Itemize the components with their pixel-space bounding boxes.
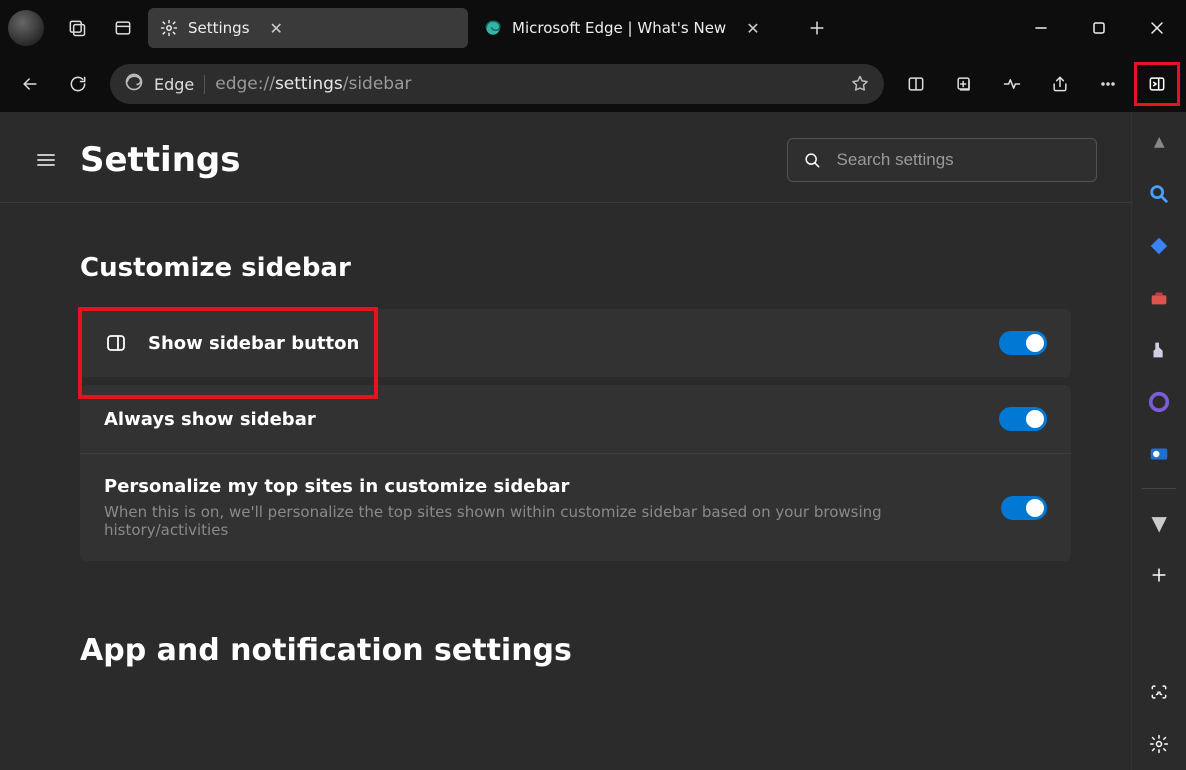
shopping-icon[interactable] bbox=[1137, 224, 1181, 268]
search-icon bbox=[802, 150, 822, 170]
toggle-always-show-sidebar[interactable] bbox=[999, 407, 1047, 431]
new-tab-button[interactable] bbox=[794, 5, 840, 51]
close-window-button[interactable] bbox=[1128, 6, 1186, 50]
divider bbox=[0, 202, 1131, 203]
setting-label: Always show sidebar bbox=[104, 409, 316, 430]
maximize-button[interactable] bbox=[1070, 6, 1128, 50]
minimize-button[interactable] bbox=[1012, 6, 1070, 50]
window-controls bbox=[1012, 6, 1186, 50]
content-scroll[interactable]: Customize sidebar Show sidebar button bbox=[0, 211, 1131, 770]
tab-settings[interactable]: Settings ✕ bbox=[148, 8, 468, 48]
titlebar: Settings ✕ Microsoft Edge | What's New ✕ bbox=[0, 0, 1186, 56]
setting-label: Show sidebar button bbox=[148, 333, 359, 354]
gear-icon bbox=[160, 19, 178, 37]
setting-label: Personalize my top sites in customize si… bbox=[104, 476, 981, 497]
search-input[interactable] bbox=[834, 149, 1082, 171]
tab-whats-new[interactable]: Microsoft Edge | What's New ✕ bbox=[472, 8, 792, 48]
edge-sidebar: ▲ ▼ bbox=[1131, 112, 1186, 770]
row-show-sidebar-button: Show sidebar button bbox=[80, 309, 1071, 377]
tab-label: Microsoft Edge | What's New bbox=[512, 19, 726, 37]
share-icon[interactable] bbox=[1036, 62, 1084, 106]
back-button[interactable] bbox=[6, 62, 54, 106]
split-screen-icon[interactable] bbox=[892, 62, 940, 106]
tab-actions-icon[interactable] bbox=[100, 5, 146, 51]
sidebar-icon bbox=[104, 331, 128, 355]
favorite-icon[interactable] bbox=[850, 74, 870, 94]
gear-icon[interactable] bbox=[1137, 722, 1181, 766]
microsoft365-icon[interactable] bbox=[1137, 380, 1181, 424]
toggle-show-sidebar-button[interactable] bbox=[999, 331, 1047, 355]
close-icon[interactable]: ✕ bbox=[746, 19, 759, 38]
toolbar: Edge edge://settings/sidebar bbox=[0, 56, 1186, 112]
outlook-icon[interactable] bbox=[1137, 432, 1181, 476]
site-identity: Edge bbox=[154, 75, 205, 94]
games-icon[interactable] bbox=[1137, 328, 1181, 372]
plus-icon[interactable] bbox=[1137, 553, 1181, 597]
workspaces-icon[interactable] bbox=[54, 5, 100, 51]
setting-card: Show sidebar button bbox=[80, 309, 1071, 377]
tab-label: Settings bbox=[188, 19, 250, 37]
refresh-button[interactable] bbox=[54, 62, 102, 106]
sidebar-toggle-button[interactable] bbox=[1134, 62, 1180, 106]
profile-avatar[interactable] bbox=[8, 10, 44, 46]
setting-description: When this is on, we'll personalize the t… bbox=[104, 503, 981, 539]
menu-icon[interactable] bbox=[34, 148, 58, 172]
row-always-show-sidebar: Always show sidebar bbox=[80, 385, 1071, 453]
page-header: Settings bbox=[0, 112, 1131, 202]
collections-icon[interactable] bbox=[940, 62, 988, 106]
search-icon[interactable] bbox=[1137, 172, 1181, 216]
divider bbox=[1142, 488, 1176, 489]
row-personalize-top-sites: Personalize my top sites in customize si… bbox=[80, 453, 1071, 561]
health-icon[interactable] bbox=[988, 62, 1036, 106]
settings-page: Settings Customize sidebar bbox=[0, 112, 1131, 770]
more-icon[interactable] bbox=[1084, 62, 1132, 106]
setting-card: Always show sidebar Personalize my top s… bbox=[80, 385, 1071, 561]
chevron-down-icon[interactable]: ▼ bbox=[1137, 501, 1181, 545]
toggle-personalize-top-sites[interactable] bbox=[1001, 496, 1047, 520]
edge-icon bbox=[484, 19, 502, 37]
tools-icon[interactable] bbox=[1137, 276, 1181, 320]
edge-logo-icon bbox=[124, 72, 144, 96]
page-title: Settings bbox=[80, 140, 241, 180]
close-icon[interactable]: ✕ bbox=[270, 19, 283, 38]
screenshot-icon[interactable] bbox=[1137, 670, 1181, 714]
address-bar[interactable]: Edge edge://settings/sidebar bbox=[110, 64, 884, 104]
section-heading-customize-sidebar: Customize sidebar bbox=[80, 253, 1071, 283]
url-text: edge://settings/sidebar bbox=[215, 74, 411, 94]
scroll-top-icon[interactable]: ▲ bbox=[1137, 120, 1181, 164]
search-settings[interactable] bbox=[787, 138, 1097, 182]
section-heading-app-notification: App and notification settings bbox=[80, 633, 1071, 668]
